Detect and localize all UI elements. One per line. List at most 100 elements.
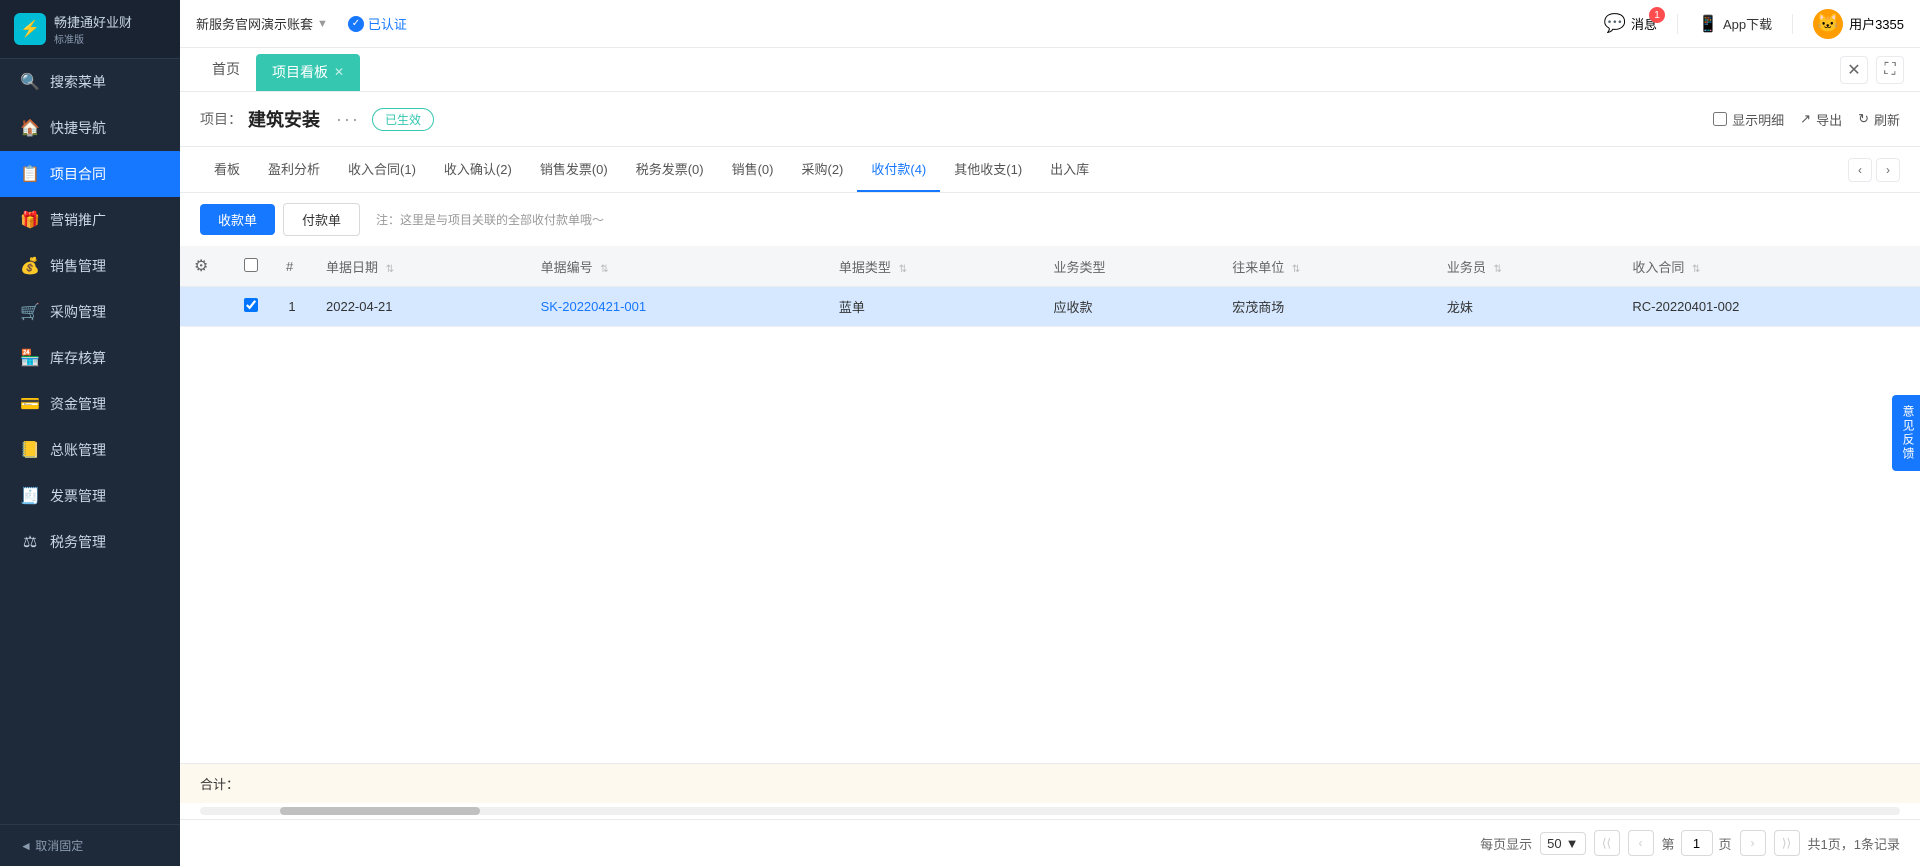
row-partner-cell: 宏茂商场 xyxy=(1218,287,1433,327)
export-button[interactable]: ↗ 导出 xyxy=(1800,110,1842,129)
scrollbar-thumb[interactable] xyxy=(280,807,480,815)
date-sort-icon: ⇅ xyxy=(386,264,394,275)
sidebar-item-quick-nav[interactable]: 🏠 快捷导航 xyxy=(0,105,180,151)
pagination-next-button[interactable]: › xyxy=(1740,830,1766,856)
maximize-window-button[interactable]: ⛶ xyxy=(1876,56,1904,84)
subtab-sales-label: 销售(0) xyxy=(732,162,774,177)
row-code-cell[interactable]: SK-20220421-001 xyxy=(527,287,825,327)
app-download-label: App下载 xyxy=(1723,14,1772,33)
project-icon: 📋 xyxy=(20,164,40,184)
row-code-link[interactable]: SK-20220421-001 xyxy=(541,299,647,314)
subtab-inout[interactable]: 出入库 xyxy=(1036,147,1103,192)
user-avatar: 🐱 xyxy=(1813,9,1843,39)
subtab-kanban[interactable]: 看板 xyxy=(200,147,254,192)
app-name: 畅捷通好业财 xyxy=(54,12,132,31)
topbar-left: 新服务官网演示账套 ▼ ✓ 已认证 xyxy=(196,14,1604,33)
table-income-contract-header[interactable]: 收入合同 ⇅ xyxy=(1618,246,1920,287)
subtab-other-expense-label: 其他收支(1) xyxy=(954,162,1022,177)
export-label: 导出 xyxy=(1816,110,1842,129)
subtab-next-button[interactable]: › xyxy=(1876,158,1900,182)
subtab-income-contract[interactable]: 收入合同(1) xyxy=(334,147,430,192)
subtabs: 看板 盈利分析 收入合同(1) 收入确认(2) 销售发票(0) 税务发票(0) … xyxy=(180,147,1920,193)
phone-icon: 📱 xyxy=(1698,14,1718,34)
subtab-other-expense[interactable]: 其他收支(1) xyxy=(940,147,1036,192)
project-header: 项目： 建筑安装 ··· 已生效 显示明细 ↗ 导出 ↻ 刷新 xyxy=(180,92,1920,147)
app-version: 标准版 xyxy=(54,31,132,46)
pagination-last-button[interactable]: ⟩⟩ xyxy=(1774,830,1800,856)
topbar-divider-2 xyxy=(1792,14,1793,34)
table-row[interactable]: 1 2022-04-21 SK-20220421-001 蓝单 应收款 宏茂商场… xyxy=(180,287,1920,327)
payment-tab-button[interactable]: 付款单 xyxy=(283,203,360,236)
pagination-first-button[interactable]: ⟨⟨ xyxy=(1594,830,1620,856)
sidebar-item-search[interactable]: 🔍 搜索菜单 xyxy=(0,59,180,105)
table-partner-header[interactable]: 往来单位 ⇅ xyxy=(1218,246,1433,287)
sidebar-item-purchase[interactable]: 🛒 采购管理 xyxy=(0,289,180,335)
per-page-select[interactable]: 50 ▼ xyxy=(1540,832,1585,855)
feedback-button[interactable]: 意见反馈 xyxy=(1892,395,1920,471)
receipt-tab-button[interactable]: 收款单 xyxy=(200,204,275,235)
sidebar-item-inventory[interactable]: 🏪 库存核算 xyxy=(0,335,180,381)
sidebar-item-label: 发票管理 xyxy=(50,486,106,506)
table-salesman-header[interactable]: 业务员 ⇅ xyxy=(1433,246,1619,287)
subtab-collection[interactable]: 收付款(4) xyxy=(857,147,940,192)
subtab-tax-invoice[interactable]: 税务发票(0) xyxy=(622,147,718,192)
subtab-profit[interactable]: 盈利分析 xyxy=(254,147,334,192)
table-type-header[interactable]: 单据类型 ⇅ xyxy=(825,246,1040,287)
search-icon: 🔍 xyxy=(20,72,40,92)
partner-sort-icon: ⇅ xyxy=(1292,264,1300,275)
project-more-button[interactable]: ··· xyxy=(336,109,360,130)
sidebar-item-ledger[interactable]: 📒 总账管理 xyxy=(0,427,180,473)
tab-project-board[interactable]: 项目看板 ✕ xyxy=(256,54,360,91)
horizontal-scrollbar[interactable] xyxy=(200,807,1900,815)
close-window-button[interactable]: ✕ xyxy=(1840,56,1868,84)
show-detail-checkbox[interactable]: 显示明细 xyxy=(1713,110,1784,129)
row-checkbox[interactable] xyxy=(244,298,258,312)
subtab-sales[interactable]: 销售(0) xyxy=(718,147,788,192)
tab-home[interactable]: 首页 xyxy=(196,48,256,91)
sidebar-item-finance[interactable]: 💳 资金管理 xyxy=(0,381,180,427)
finance-icon: 💳 xyxy=(20,394,40,414)
inventory-icon: 🏪 xyxy=(20,348,40,368)
table-code-header[interactable]: 单据编号 ⇅ xyxy=(527,246,825,287)
row-checkbox-cell[interactable] xyxy=(230,287,272,327)
subtab-prev-button[interactable]: ‹ xyxy=(1848,158,1872,182)
sidebar-item-project[interactable]: 📋 项目合同 xyxy=(0,151,180,197)
sidebar-item-marketing[interactable]: 🎁 营销推广 xyxy=(0,197,180,243)
select-all-checkbox[interactable] xyxy=(244,258,258,272)
subtab-income-confirm[interactable]: 收入确认(2) xyxy=(430,147,526,192)
subtab-buttons: 收款单 付款单 注：这里是与项目关联的全部收付款单哦～ xyxy=(180,193,1920,246)
table-checkbox-header[interactable] xyxy=(230,246,272,287)
pagination-prev-button[interactable]: ‹ xyxy=(1628,830,1654,856)
table-settings-header[interactable]: ⚙ xyxy=(180,246,230,287)
sidebar-item-label: 项目合同 xyxy=(50,164,106,184)
messages-button[interactable]: 💬 消息 1 xyxy=(1604,13,1657,34)
subtab-sales-invoice[interactable]: 销售发票(0) xyxy=(526,147,622,192)
per-page-dropdown-icon: ▼ xyxy=(1566,836,1579,851)
sidebar-item-sales[interactable]: 💰 销售管理 xyxy=(0,243,180,289)
tab-project-board-label: 项目看板 xyxy=(272,62,328,82)
account-dropdown-icon: ▼ xyxy=(317,18,328,30)
show-detail-input[interactable] xyxy=(1713,112,1727,126)
subtab-purchase[interactable]: 采购(2) xyxy=(787,147,857,192)
settings-gear-icon[interactable]: ⚙ xyxy=(194,258,208,275)
sidebar-item-label: 销售管理 xyxy=(50,256,106,276)
code-sort-icon: ⇅ xyxy=(600,264,608,275)
sidebar-scroll: 🔍 搜索菜单 🏠 快捷导航 📋 项目合同 🎁 营销推广 💰 销售管理 🛒 采购管… xyxy=(0,59,180,824)
tab-close-icon[interactable]: ✕ xyxy=(334,65,344,79)
project-header-actions: 显示明细 ↗ 导出 ↻ 刷新 xyxy=(1713,110,1900,129)
user-menu[interactable]: 🐱 用户3355 xyxy=(1813,9,1904,39)
refresh-button[interactable]: ↻ 刷新 xyxy=(1858,110,1900,129)
sidebar-item-invoice[interactable]: 🧾 发票管理 xyxy=(0,473,180,519)
sidebar-item-tax[interactable]: ⚖ 税务管理 xyxy=(0,519,180,565)
account-selector[interactable]: 新服务官网演示账套 ▼ xyxy=(196,14,328,33)
app-download-button[interactable]: 📱 App下载 xyxy=(1698,14,1772,34)
page-input[interactable] xyxy=(1681,830,1713,856)
subtab-purchase-label: 采购(2) xyxy=(801,162,843,177)
subtab-income-confirm-label: 收入确认(2) xyxy=(444,162,512,177)
topbar-right: 💬 消息 1 📱 App下载 🐱 用户3355 xyxy=(1604,9,1904,39)
row-num-cell: 1 xyxy=(272,287,312,327)
sales-icon: 💰 xyxy=(20,256,40,276)
sidebar-unpin-button[interactable]: ◄ 取消固定 xyxy=(0,824,180,866)
table-date-header[interactable]: 单据日期 ⇅ xyxy=(312,246,527,287)
sidebar-unpin-label: ◄ 取消固定 xyxy=(20,837,83,854)
